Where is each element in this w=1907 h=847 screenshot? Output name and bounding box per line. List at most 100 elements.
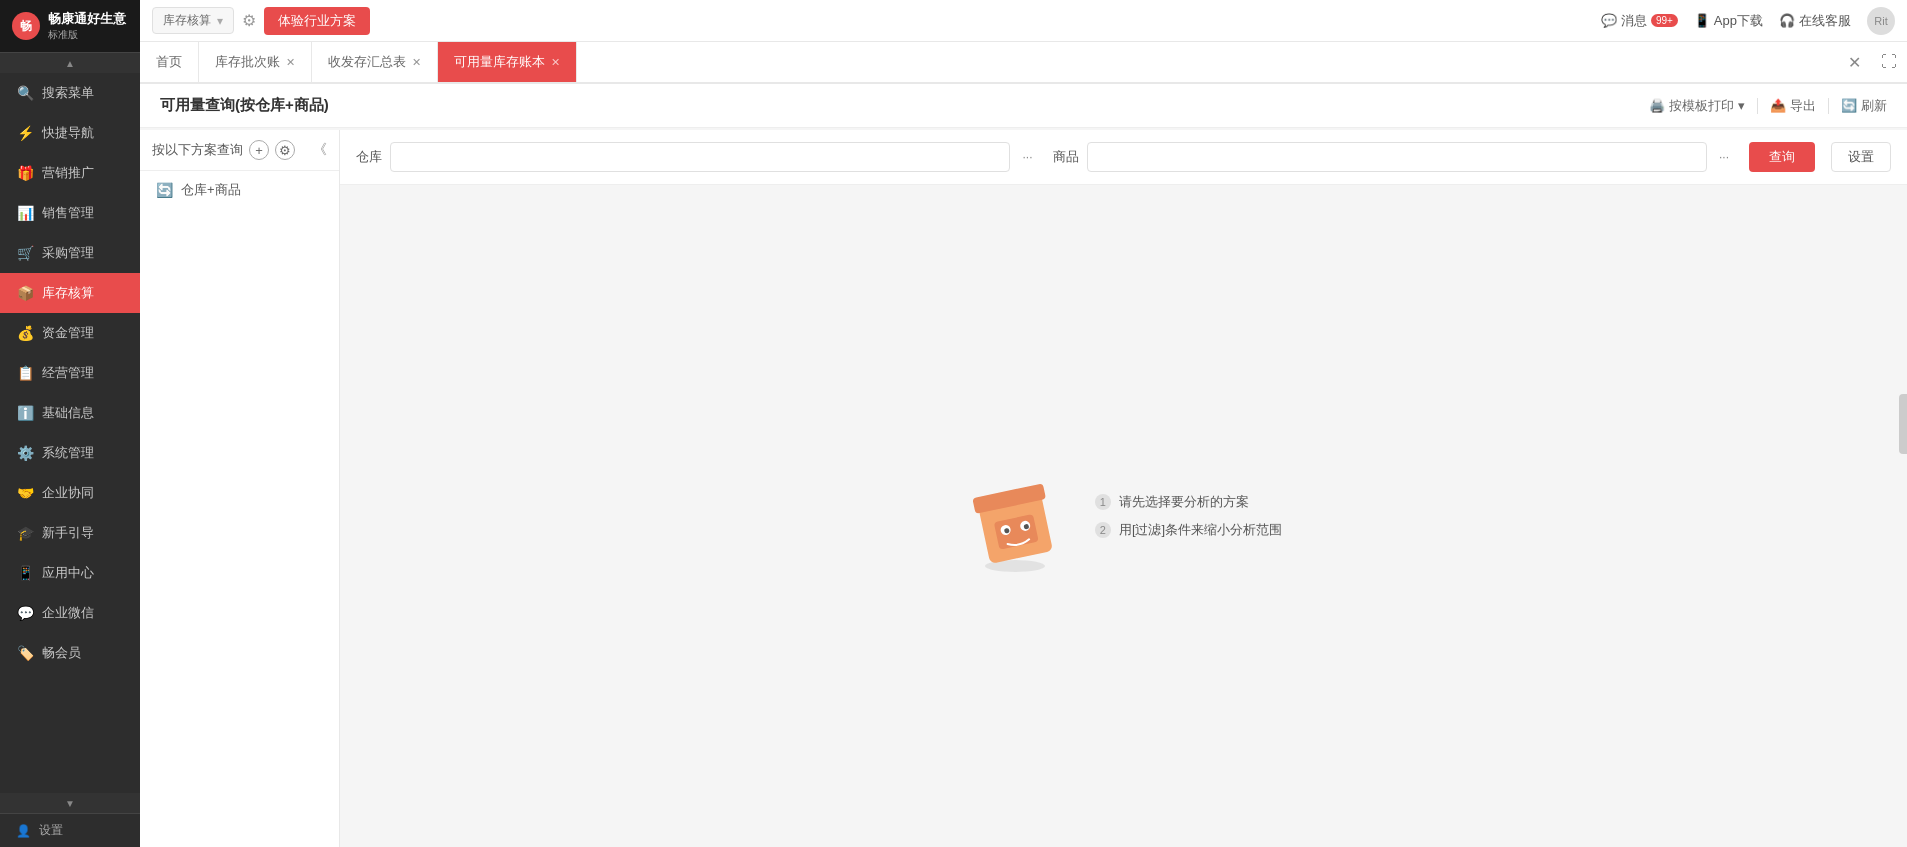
sidebar-item-basic[interactable]: ℹ️ 基础信息 — [0, 393, 140, 433]
wechat-icon: 💬 — [16, 605, 34, 621]
purchase-label: 采购管理 — [42, 244, 94, 262]
industry-solution-button[interactable]: 体验行业方案 — [264, 7, 370, 35]
scheme-settings-button[interactable]: ⚙ — [275, 140, 295, 160]
sidebar-item-enterprise[interactable]: 🤝 企业协同 — [0, 473, 140, 513]
tabbar-actions: ✕ ⛶ — [1838, 41, 1907, 83]
sidebar-header: 畅 畅康通好生意 标准版 — [0, 0, 140, 53]
refresh-button[interactable]: 🔄 刷新 — [1841, 97, 1887, 115]
product-filter-group: 商品 ··· — [1053, 142, 1734, 172]
topbar: 库存核算 ▾ ⚙ 体验行业方案 💬 消息 99+ 📱 App下载 🎧 在线客服 … — [140, 0, 1907, 42]
sidebar-logo: 畅 — [12, 12, 40, 40]
operation-label: 经营管理 — [42, 364, 94, 382]
sidebar-nav: 🔍 搜索菜单 ⚡ 快捷导航 🎁 营销推广 📊 销售管理 🛒 采购管理 📦 库存核… — [0, 73, 140, 793]
sidebar-item-appstore[interactable]: 📱 应用中心 — [0, 553, 140, 593]
sidebar-scroll-up[interactable]: ▲ — [0, 53, 140, 73]
tab-close-all-button[interactable]: ✕ — [1838, 41, 1871, 83]
sidebar-item-inventory[interactable]: 📦 库存核算 — [0, 273, 140, 313]
user-icon: 👤 — [16, 824, 31, 838]
service-label: 在线客服 — [1799, 12, 1851, 30]
sidebar-item-search[interactable]: 🔍 搜索菜单 — [0, 73, 140, 113]
page-header: 可用量查询(按仓库+商品) 🖨️ 按模板打印 ▾ 📤 导出 🔄 刷新 — [140, 84, 1907, 128]
tab-summary[interactable]: 收发存汇总表 ✕ — [312, 42, 438, 82]
basic-icon: ℹ️ — [16, 405, 34, 421]
message-button[interactable]: 💬 消息 99+ — [1601, 12, 1678, 30]
topbar-right: 💬 消息 99+ 📱 App下载 🎧 在线客服 Rit — [1601, 7, 1895, 35]
system-label: 系统管理 — [42, 444, 94, 462]
inventory-label: 库存核算 — [42, 284, 94, 302]
message-badge: 99+ — [1651, 14, 1678, 27]
divider — [1757, 98, 1758, 114]
sidebar-item-purchase[interactable]: 🛒 采购管理 — [0, 233, 140, 273]
appstore-icon: 📱 — [16, 565, 34, 581]
tab-available[interactable]: 可用量库存账本 ✕ — [438, 42, 577, 82]
hint-text-1: 请先选择要分析的方案 — [1119, 493, 1249, 511]
collapse-panel-button[interactable]: 《 — [313, 141, 327, 159]
sidebar-item-marketing[interactable]: 🎁 营销推广 — [0, 153, 140, 193]
sidebar-title: 畅康通好生意 标准版 — [48, 10, 126, 42]
resize-handle[interactable] — [1899, 394, 1907, 454]
print-button[interactable]: 🖨️ 按模板打印 ▾ — [1649, 97, 1745, 115]
operation-icon: 📋 — [16, 365, 34, 381]
warehouse-input[interactable] — [390, 142, 1010, 172]
warehouse-more-button[interactable]: ··· — [1018, 150, 1036, 164]
sidebar-footer[interactable]: 👤 设置 — [0, 813, 140, 847]
settings-gear-icon[interactable]: ⚙ — [242, 11, 256, 30]
sidebar-scroll-down[interactable]: ▼ — [0, 793, 140, 813]
hint-item-2: 2 用[过滤]条件来缩小分析范围 — [1095, 521, 1282, 539]
enterprise-label: 企业协同 — [42, 484, 94, 502]
message-icon: 💬 — [1601, 13, 1617, 28]
shortcut-icon: ⚡ — [16, 125, 34, 141]
sidebar-item-operation[interactable]: 📋 经营管理 — [0, 353, 140, 393]
product-more-button[interactable]: ··· — [1715, 150, 1733, 164]
product-label: 商品 — [1053, 148, 1079, 166]
avatar[interactable]: Rit — [1867, 7, 1895, 35]
user-name: Rit — [1874, 15, 1887, 27]
filter-panel: 按以下方案查询 + ⚙ 《 🔄 仓库+商品 — [140, 130, 340, 847]
gear-icon: ⚙ — [279, 143, 291, 158]
add-scheme-button[interactable]: + — [249, 140, 269, 160]
sidebar-item-member[interactable]: 🏷️ 畅会员 — [0, 633, 140, 673]
sidebar-item-finance[interactable]: 💰 资金管理 — [0, 313, 140, 353]
sidebar-item-system[interactable]: ⚙️ 系统管理 — [0, 433, 140, 473]
page-title: 可用量查询(按仓库+商品) — [160, 96, 329, 115]
headset-icon: 🎧 — [1779, 13, 1795, 28]
refresh-icon: 🔄 — [1841, 98, 1857, 113]
breadcrumb-chevron-icon: ▾ — [217, 14, 223, 28]
collapse-icon: 《 — [313, 141, 327, 157]
company-name: 畅康通好生意 — [48, 10, 126, 28]
app-icon: 📱 — [1694, 13, 1710, 28]
tab-summary-close-icon[interactable]: ✕ — [412, 56, 421, 69]
app-download-button[interactable]: 📱 App下载 — [1694, 12, 1763, 30]
export-icon: 📤 — [1770, 98, 1786, 113]
tab-maximize-button[interactable]: ⛶ — [1871, 41, 1907, 83]
tab-home[interactable]: 首页 — [140, 42, 199, 82]
export-button[interactable]: 📤 导出 — [1770, 97, 1816, 115]
product-input[interactable] — [1087, 142, 1707, 172]
hint-num-1: 1 — [1095, 494, 1111, 510]
member-icon: 🏷️ — [16, 645, 34, 661]
scheme-item-warehouse-product[interactable]: 🔄 仓库+商品 — [140, 171, 339, 209]
hint-text-2: 用[过滤]条件来缩小分析范围 — [1119, 521, 1282, 539]
breadcrumb[interactable]: 库存核算 ▾ — [152, 7, 234, 34]
column-settings-button[interactable]: 设置 — [1831, 142, 1891, 172]
sidebar-item-wechat[interactable]: 💬 企业微信 — [0, 593, 140, 633]
edition-badge: 标准版 — [48, 28, 126, 42]
online-service-button[interactable]: 🎧 在线客服 — [1779, 12, 1851, 30]
tab-batch-close-icon[interactable]: ✕ — [286, 56, 295, 69]
sales-icon: 📊 — [16, 205, 34, 221]
sidebar: 畅 畅康通好生意 标准版 ▲ 🔍 搜索菜单 ⚡ 快捷导航 🎁 营销推广 📊 销售… — [0, 0, 140, 847]
scheme-icon: 🔄 — [156, 182, 173, 198]
page-actions: 🖨️ 按模板打印 ▾ 📤 导出 🔄 刷新 — [1649, 97, 1887, 115]
empty-svg — [965, 466, 1065, 576]
tab-available-close-icon[interactable]: ✕ — [551, 56, 560, 69]
query-button[interactable]: 查询 — [1749, 142, 1815, 172]
marketing-icon: 🎁 — [16, 165, 34, 181]
query-filters: 仓库 ··· 商品 ··· 查询 设置 — [340, 130, 1907, 185]
sidebar-item-newbie[interactable]: 🎓 新手引导 — [0, 513, 140, 553]
sidebar-item-shortcut[interactable]: ⚡ 快捷导航 — [0, 113, 140, 153]
print-icon: 🖨️ — [1649, 98, 1665, 113]
sales-label: 销售管理 — [42, 204, 94, 222]
sidebar-item-sales[interactable]: 📊 销售管理 — [0, 193, 140, 233]
tab-batch[interactable]: 库存批次账 ✕ — [199, 42, 312, 82]
query-area: 仓库 ··· 商品 ··· 查询 设置 — [340, 130, 1907, 847]
